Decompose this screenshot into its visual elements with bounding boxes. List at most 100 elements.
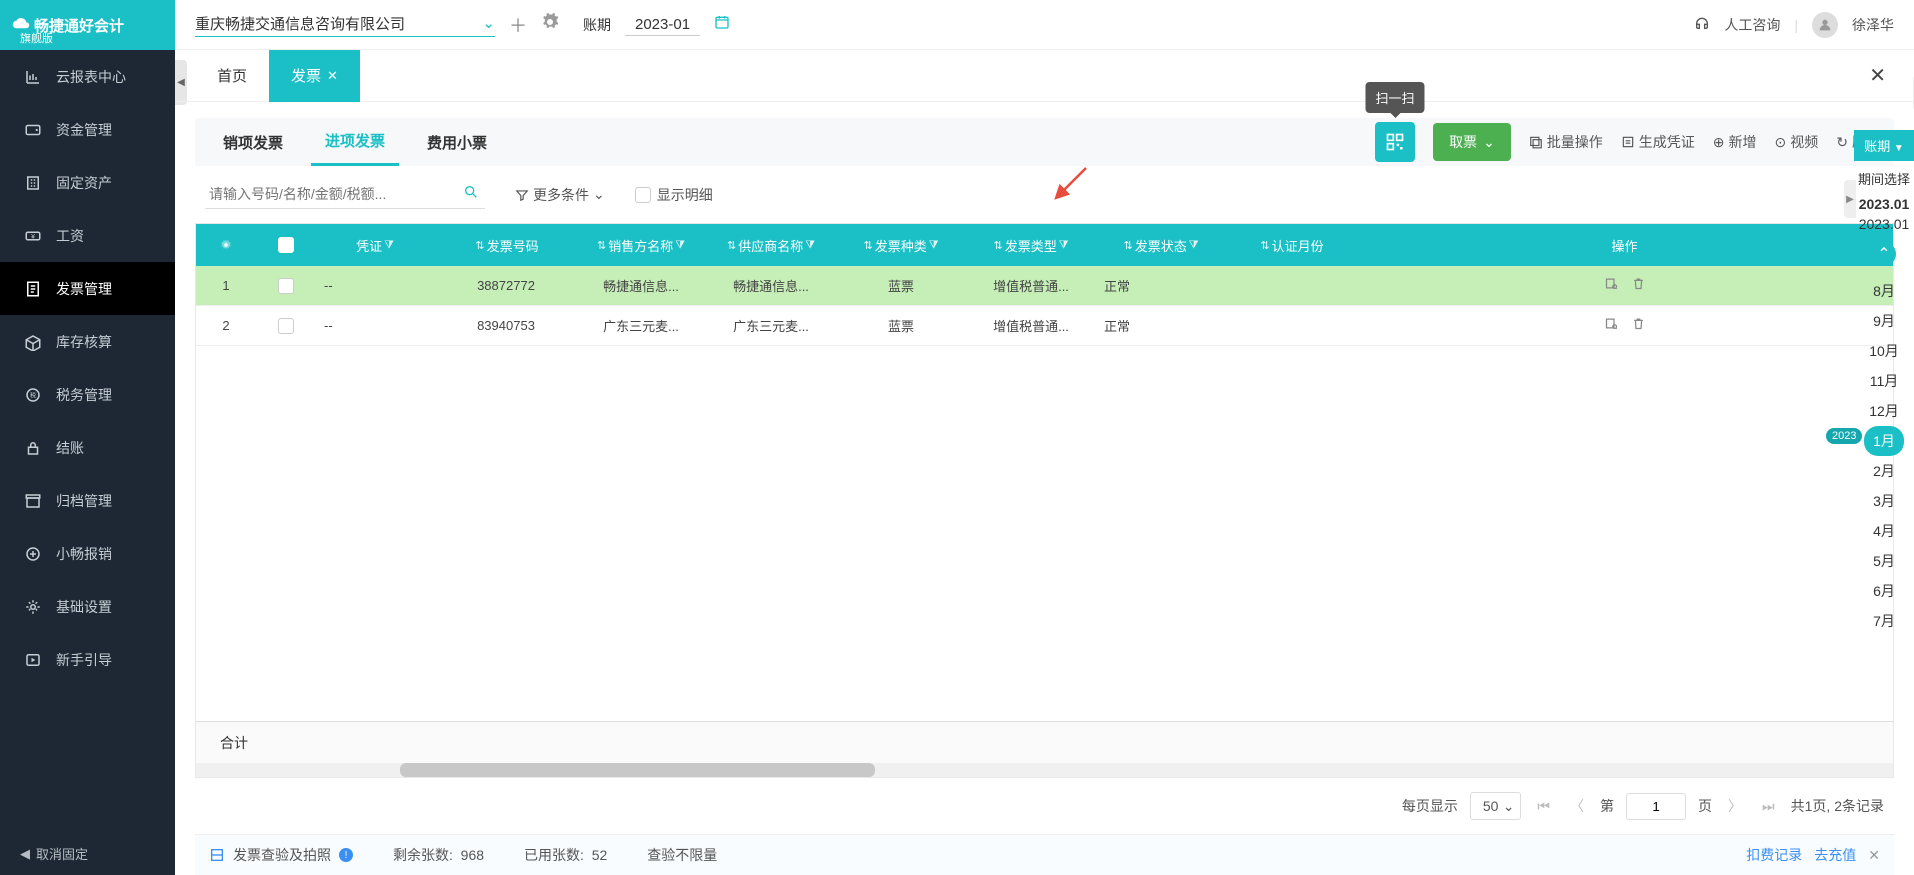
row-checkbox[interactable] — [278, 278, 294, 294]
recharge-link[interactable]: 去充值 — [1814, 845, 1856, 865]
company-selector[interactable]: 重庆畅捷交通信息咨询有限公司 ⌄ — [195, 13, 495, 37]
chevron-down-icon: ⌄ — [1483, 134, 1495, 151]
page-input[interactable] — [1626, 793, 1686, 820]
th-supplier[interactable]: ⇅供应商名称⧩ — [706, 236, 836, 255]
qr-scan-button[interactable]: 扫一扫 — [1375, 122, 1415, 162]
th-checkbox[interactable] — [256, 237, 316, 253]
period-month[interactable]: 2月 — [1864, 456, 1904, 486]
lock-icon — [24, 439, 42, 457]
sidebar-item-2[interactable]: 固定资产 — [0, 156, 175, 209]
invoice-tab-0[interactable]: 销项发票 — [209, 118, 297, 166]
show-detail-toggle[interactable]: 显示明细 — [635, 185, 713, 205]
sidebar-item-10[interactable]: 基础设置 — [0, 580, 175, 633]
sidebar-item-label: 云报表中心 — [56, 67, 126, 87]
headset-icon — [1694, 15, 1710, 34]
main: 重庆畅捷交通信息咨询有限公司 ⌄ ＋ 账期 2023-01 人工咨询 | — [175, 0, 1914, 875]
close-all-tabs[interactable]: ✕ — [1861, 63, 1894, 88]
period-month[interactable]: 6月 — [1864, 576, 1904, 606]
th-number[interactable]: ⇅发票号码 — [436, 236, 576, 255]
page-tab-0[interactable]: 首页 — [195, 50, 269, 102]
next-page-icon[interactable]: 〉 — [1724, 796, 1746, 816]
sidebar-item-8[interactable]: 归档管理 — [0, 474, 175, 527]
view-icon[interactable] — [1604, 316, 1619, 335]
gear-icon — [219, 238, 233, 252]
period-button[interactable]: 账期 ▼ — [1854, 130, 1914, 161]
brand-logo: 畅捷通好会计 旗舰版 — [0, 0, 175, 50]
voucher-button[interactable]: 生成凭证 — [1621, 132, 1695, 152]
sidebar-item-4[interactable]: 发票管理 — [0, 262, 175, 315]
scroll-top-icon[interactable]: ⌃ — [1872, 242, 1896, 266]
avatar[interactable] — [1812, 12, 1838, 38]
period-month[interactable]: 7月 — [1864, 606, 1904, 636]
period-year[interactable]: 2023.01 — [1859, 216, 1910, 232]
sidebar-item-7[interactable]: 结账 — [0, 421, 175, 474]
more-conditions[interactable]: 更多条件 ⌄ — [515, 185, 605, 205]
delete-icon[interactable] — [1631, 276, 1646, 295]
sidebar-item-6[interactable]: 税税务管理 — [0, 368, 175, 421]
sidebar-footer[interactable]: ◀ 取消固定 — [0, 832, 175, 875]
sidebar-item-5[interactable]: 库存核算 — [0, 315, 175, 368]
first-page-icon[interactable]: ⏮ — [1533, 798, 1554, 815]
sidebar-item-9[interactable]: 小畅报销 — [0, 527, 175, 580]
invoice-table: 凭证⧩ ⇅发票号码 ⇅销售方名称⧩ ⇅供应商名称⧩ ⇅发票种类⧩ ⇅发票类型⧩ … — [195, 223, 1894, 778]
sidebar-item-1[interactable]: 资金管理 — [0, 103, 175, 156]
row-checkbox[interactable] — [278, 318, 294, 334]
period-panel: 账期 ▼ 期间选择 2023.01 2023.01 ⌃ 8月9月10月11月12… — [1854, 130, 1914, 636]
period-month[interactable]: 4月 — [1864, 516, 1904, 546]
h-scrollbar[interactable] — [196, 763, 1893, 777]
close-icon[interactable]: ✕ — [1868, 847, 1880, 864]
view-icon[interactable] — [1604, 276, 1619, 295]
period-value[interactable]: 2023-01 — [625, 14, 700, 36]
th-voucher[interactable]: 凭证⧩ — [316, 236, 436, 255]
table-row[interactable]: 2--83940753广东三元麦...广东三元麦...蓝票增值税普通...正常 — [196, 306, 1893, 346]
page-tab-label: 首页 — [217, 65, 247, 86]
period-month[interactable]: 11月 — [1864, 366, 1904, 396]
video-button[interactable]: ⊙ 视频 — [1775, 132, 1819, 152]
batch-button[interactable]: 批量操作 — [1529, 132, 1603, 152]
gear-icon[interactable] — [541, 13, 559, 36]
pager: 每页显示 50 ⌄ ⏮ 〈 第 页 〉 ⏭ 共1页, 2条记录 — [195, 778, 1894, 834]
invoice-tab-1[interactable]: 进项发票 — [311, 118, 399, 166]
search-input[interactable] — [205, 180, 485, 209]
scan-icon — [209, 847, 225, 863]
th-status[interactable]: ⇅发票状态⧩ — [1096, 236, 1226, 255]
period-month[interactable]: 1月2023 — [1864, 426, 1904, 456]
th-type[interactable]: ⇅发票类型⧩ — [966, 236, 1096, 255]
delete-icon[interactable] — [1631, 316, 1646, 335]
sidebar-item-11[interactable]: 新手引导 — [0, 633, 175, 686]
period-month[interactable]: 10月 — [1864, 336, 1904, 366]
filter-icon: ⧩ — [384, 239, 394, 252]
prev-page-icon[interactable]: 〈 — [1566, 796, 1588, 816]
sidebar-item-label: 小畅报销 — [56, 544, 112, 564]
last-page-icon[interactable]: ⏭ — [1758, 798, 1779, 815]
fetch-invoice-button[interactable]: 取票 ⌄ — [1433, 123, 1511, 161]
period-month[interactable]: 12月 — [1864, 396, 1904, 426]
period-year[interactable]: 2023.01 — [1859, 196, 1910, 212]
period-month[interactable]: 3月 — [1864, 486, 1904, 516]
search-icon[interactable] — [463, 184, 479, 205]
th-kind[interactable]: ⇅发票种类⧩ — [836, 236, 966, 255]
per-page-select[interactable]: 50 ⌄ — [1470, 792, 1522, 820]
th-seller[interactable]: ⇅销售方名称⧩ — [576, 236, 706, 255]
add-button[interactable]: ⊕ 新增 — [1713, 132, 1757, 152]
checkbox[interactable] — [635, 187, 651, 203]
period-month[interactable]: 9月 — [1864, 306, 1904, 336]
th-month[interactable]: ⇅认证月份 — [1226, 236, 1356, 255]
calendar-icon[interactable] — [714, 14, 730, 35]
gear-icon — [24, 598, 42, 616]
th-settings[interactable] — [196, 238, 256, 252]
sidebar-item-3[interactable]: ¥工资 — [0, 209, 175, 262]
fee-log-link[interactable]: 扣费记录 — [1746, 845, 1802, 865]
close-icon[interactable]: ✕ — [327, 68, 338, 84]
period-month[interactable]: 5月 — [1864, 546, 1904, 576]
add-icon[interactable]: ＋ — [509, 12, 527, 38]
sidebar-item-0[interactable]: 云报表中心 — [0, 50, 175, 103]
chart-icon — [24, 68, 42, 86]
svg-text:¥: ¥ — [31, 233, 35, 240]
info-icon[interactable]: ! — [339, 848, 353, 862]
table-row[interactable]: 1--38872772畅捷通信息...畅捷通信息...蓝票增值税普通...正常 — [196, 266, 1893, 306]
support-link[interactable]: 人工咨询 — [1724, 15, 1780, 35]
period-month[interactable]: 8月 — [1864, 276, 1904, 306]
page-tab-1[interactable]: 发票✕ — [269, 50, 360, 102]
invoice-tab-2[interactable]: 费用小票 — [413, 118, 501, 166]
